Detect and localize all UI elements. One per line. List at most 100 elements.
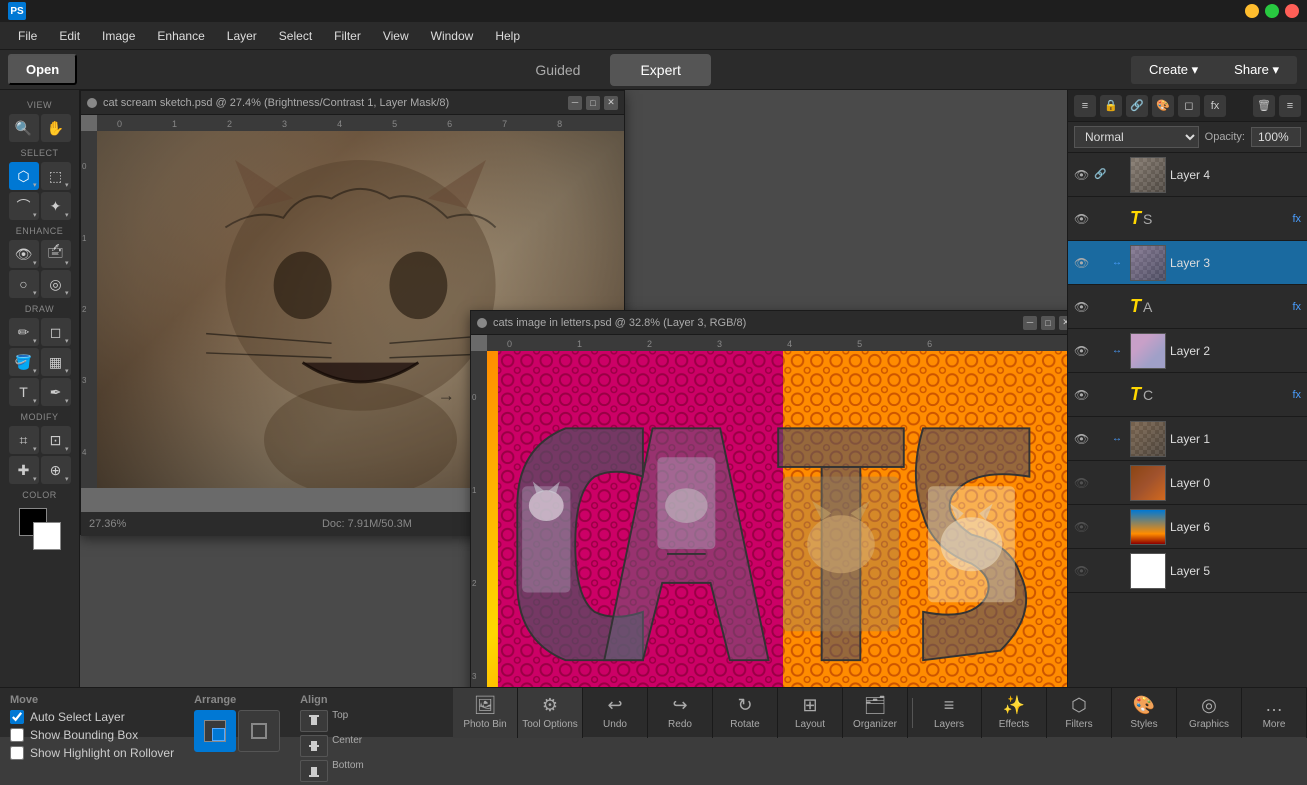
- crop-tool[interactable]: ⌗: [9, 426, 39, 454]
- clone-tool[interactable]: ⊕: [41, 456, 71, 484]
- blend-mode-select[interactable]: Normal Dissolve Multiply Screen Overlay: [1074, 126, 1199, 148]
- panel-icon-layers[interactable]: ≡: [1074, 95, 1096, 117]
- panel-icon-lock[interactable]: 🔒: [1100, 95, 1122, 117]
- effects-panel-btn[interactable]: ✨ Effects: [982, 688, 1047, 738]
- tab-expert[interactable]: Expert: [610, 54, 710, 86]
- menu-help[interactable]: Help: [485, 25, 530, 47]
- layer3-visibility[interactable]: 👁: [1074, 256, 1090, 270]
- marquee-tool[interactable]: ⬚: [41, 162, 71, 190]
- brush-tool[interactable]: ✏: [9, 318, 39, 346]
- panel-delete-icon[interactable]: 🗑: [1253, 95, 1275, 117]
- eraser-tool[interactable]: ◻: [41, 318, 71, 346]
- more-panel-btn[interactable]: … More: [1242, 688, 1307, 738]
- arrange-btn-1[interactable]: [194, 710, 236, 752]
- highlight-rollover-checkbox[interactable]: [10, 746, 24, 760]
- brush-enhance-tool[interactable]: ○: [9, 270, 39, 298]
- doc1-titlebar[interactable]: cat scream sketch.psd @ 27.4% (Brightnes…: [81, 91, 624, 115]
- healing-tool[interactable]: ✚: [9, 456, 39, 484]
- align-center-btn[interactable]: [300, 735, 328, 757]
- layer-item-6[interactable]: 👁 Layer 6: [1068, 505, 1307, 549]
- auto-select-checkbox[interactable]: [10, 710, 24, 724]
- layerT2-visibility[interactable]: 👁: [1074, 300, 1090, 314]
- layer2-visibility[interactable]: 👁: [1074, 344, 1090, 358]
- layer6-visibility[interactable]: 👁: [1074, 520, 1090, 534]
- panel-icon-fx[interactable]: fx: [1204, 95, 1226, 117]
- redo-btn[interactable]: ↪ Redo: [648, 688, 713, 738]
- tab-guided[interactable]: Guided: [505, 54, 610, 86]
- bounding-box-checkbox[interactable]: [10, 728, 24, 742]
- menu-select[interactable]: Select: [269, 25, 322, 47]
- doc2-titlebar[interactable]: cats image in letters.psd @ 32.8% (Layer…: [471, 311, 1067, 335]
- doc2-close[interactable]: ✕: [1059, 316, 1067, 330]
- align-bottom-btn[interactable]: [300, 760, 328, 782]
- align-top-btn[interactable]: [300, 710, 328, 732]
- share-button[interactable]: Share ▾: [1216, 56, 1297, 84]
- layerT-visibility[interactable]: 👁: [1074, 212, 1090, 226]
- menu-image[interactable]: Image: [92, 25, 145, 47]
- panel-icon-link[interactable]: 🔗: [1126, 95, 1148, 117]
- lasso-tool[interactable]: ⌒: [9, 192, 39, 220]
- doc2-maximize[interactable]: □: [1041, 316, 1055, 330]
- arrange-btn-2[interactable]: [238, 710, 280, 752]
- layout-btn[interactable]: ⊞ Layout: [778, 688, 843, 738]
- layer-item-2[interactable]: 👁 ↔ Layer 2: [1068, 329, 1307, 373]
- menu-file[interactable]: File: [8, 25, 47, 47]
- layerT3-fx[interactable]: fx: [1292, 389, 1301, 401]
- graphics-panel-btn[interactable]: ◎ Graphics: [1177, 688, 1242, 738]
- layer4-visibility[interactable]: 👁: [1074, 168, 1090, 182]
- layerT3-visibility[interactable]: 👁: [1074, 388, 1090, 402]
- layer-item-3[interactable]: 👁 ↔ Layer 3: [1068, 241, 1307, 285]
- organizer-btn[interactable]: 🗂 Organizer: [843, 688, 908, 738]
- doc1-minimize[interactable]: －: [568, 96, 582, 110]
- eyedropper-tool[interactable]: 👁: [9, 240, 39, 268]
- menu-filter[interactable]: Filter: [324, 25, 371, 47]
- undo-btn[interactable]: ↩ Undo: [583, 688, 648, 738]
- minimize-button[interactable]: [1245, 4, 1259, 18]
- layer0-visibility[interactable]: 👁: [1074, 476, 1090, 490]
- menu-view[interactable]: View: [373, 25, 419, 47]
- layer-item-4[interactable]: 👁 🔗 Layer 4: [1068, 153, 1307, 197]
- doc1-close[interactable]: ✕: [604, 96, 618, 110]
- doc2-minimize[interactable]: －: [1023, 316, 1037, 330]
- background-color[interactable]: [33, 522, 61, 550]
- menu-enhance[interactable]: Enhance: [147, 25, 214, 47]
- panel-menu-icon[interactable]: ≡: [1279, 95, 1301, 117]
- maximize-button[interactable]: [1265, 4, 1279, 18]
- blur-tool[interactable]: ◎: [41, 270, 71, 298]
- doc1-maximize[interactable]: □: [586, 96, 600, 110]
- hand-tool[interactable]: ✋: [41, 114, 71, 142]
- layerT1-fx[interactable]: fx: [1292, 213, 1301, 225]
- pencil-tool[interactable]: ✒: [41, 378, 71, 406]
- transform-tool[interactable]: ⊡: [41, 426, 71, 454]
- layer1-visibility[interactable]: 👁: [1074, 432, 1090, 446]
- styles-panel-btn[interactable]: 🎨 Styles: [1112, 688, 1177, 738]
- layer-item-t-row1[interactable]: 👁 T S fx: [1068, 197, 1307, 241]
- close-button[interactable]: [1285, 4, 1299, 18]
- opacity-input[interactable]: [1251, 127, 1301, 147]
- type-tool[interactable]: T: [9, 378, 39, 406]
- layers-panel-btn[interactable]: ≡ Layers: [917, 688, 982, 738]
- gradient-tool[interactable]: ▦: [41, 348, 71, 376]
- layer-item-1[interactable]: 👁 ↔ Layer 1: [1068, 417, 1307, 461]
- panel-icon-color[interactable]: 🎨: [1152, 95, 1174, 117]
- doc2-canvas[interactable]: [487, 351, 1067, 687]
- magic-wand-tool[interactable]: ✦: [41, 192, 71, 220]
- menu-edit[interactable]: Edit: [49, 25, 90, 47]
- create-button[interactable]: Create ▾: [1131, 56, 1216, 84]
- layer-item-t-row3[interactable]: 👁 T C fx: [1068, 373, 1307, 417]
- open-button[interactable]: Open: [8, 54, 77, 85]
- smudge-tool[interactable]: 🖆: [41, 240, 71, 268]
- layer4-lock[interactable]: 🔗: [1094, 169, 1108, 180]
- menu-window[interactable]: Window: [421, 25, 484, 47]
- layer5-visibility[interactable]: 👁: [1074, 564, 1090, 578]
- tool-options-btn[interactable]: ⚙ Tool Options: [518, 688, 583, 738]
- move-tool[interactable]: ⬡: [9, 162, 39, 190]
- menu-layer[interactable]: Layer: [217, 25, 267, 47]
- layer-item-5[interactable]: 👁 Layer 5: [1068, 549, 1307, 593]
- panel-icon-mask[interactable]: ◻: [1178, 95, 1200, 117]
- rotate-btn[interactable]: ↻ Rotate: [713, 688, 778, 738]
- layerT2-fx[interactable]: fx: [1292, 301, 1301, 313]
- layer-item-t-row2[interactable]: 👁 T A fx: [1068, 285, 1307, 329]
- zoom-tool[interactable]: 🔍: [9, 114, 39, 142]
- paint-bucket-tool[interactable]: 🪣: [9, 348, 39, 376]
